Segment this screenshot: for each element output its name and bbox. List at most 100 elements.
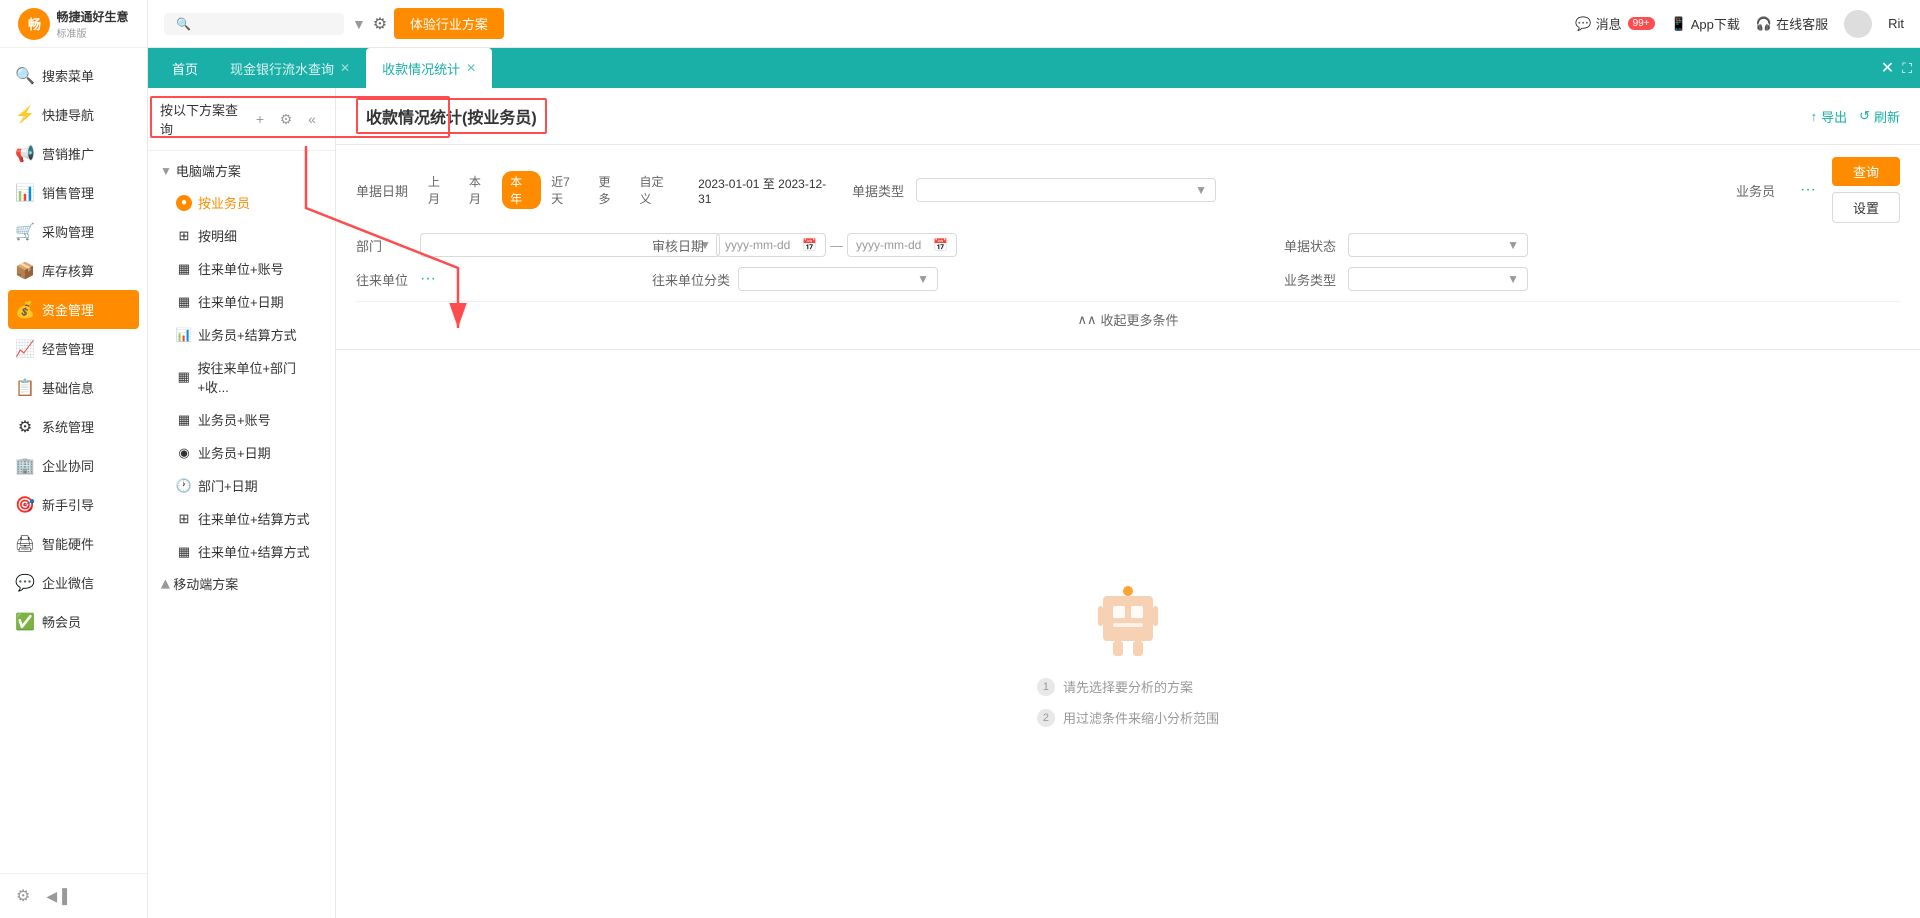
sidebar-item-quick-nav[interactable]: ⚡ 快捷导航 xyxy=(0,95,147,134)
app-download-btn[interactable]: 📱 App下载 xyxy=(1671,14,1740,33)
refresh-btn[interactable]: ↺ 刷新 xyxy=(1859,107,1900,126)
sidebar-item-marketing[interactable]: 📢 营销推广 xyxy=(0,134,147,173)
trial-btn[interactable]: 体验行业方案 xyxy=(394,8,504,39)
query-btn[interactable]: 查询 xyxy=(1832,157,1900,186)
scheme-item-by-salesperson-account[interactable]: ▦ 业务员+账号 xyxy=(148,403,335,436)
date-tab-custom[interactable]: 自定义 xyxy=(632,171,683,209)
sidebar-item-marketing-label: 营销推广 xyxy=(42,144,94,163)
scheme-item-by-unit-account-label: 往来单位+账号 xyxy=(198,259,284,278)
doc-status-select[interactable]: ▼ xyxy=(1348,233,1528,257)
collapse-chevron-icon: ∧∧ xyxy=(1077,312,1096,328)
single-date-label: 单据日期 xyxy=(356,181,412,200)
scheme-item-by-salesperson-date[interactable]: ◉ 业务员+日期 xyxy=(148,436,335,469)
unit-category-label: 往来单位分类 xyxy=(652,270,730,289)
sidebar-item-purchase-label: 采购管理 xyxy=(42,222,94,241)
empty-step-1: 1 请先选择要分析的方案 xyxy=(1037,677,1219,696)
logo-area: 畅 畅捷通好生意 标准版 xyxy=(0,0,147,48)
page-title: 收款情况统计(按业务员) xyxy=(356,98,547,134)
sidebar-item-member[interactable]: ✅ 畅会员 xyxy=(0,602,147,641)
breadcrumb-arrow[interactable]: ▼ xyxy=(352,16,366,32)
scheme-add-btn[interactable]: + xyxy=(249,108,271,130)
online-service-btn[interactable]: 🎧 在线客服 xyxy=(1756,14,1828,33)
step-num-2: 2 xyxy=(1037,709,1055,727)
review-date-from-input[interactable]: yyyy-mm-dd 📅 xyxy=(716,233,826,257)
sidebar-expand-icon[interactable]: ◀▐ xyxy=(46,888,67,905)
member-icon: ✅ xyxy=(16,613,34,631)
tab-fullscreen-icon[interactable]: ⛶ xyxy=(1902,60,1912,77)
scheme-item-by-dept-date[interactable]: 🕐 部门+日期 xyxy=(148,469,335,502)
tab-bank-flow-close[interactable]: ✕ xyxy=(340,61,350,75)
date-tab-more[interactable]: 更多 xyxy=(591,171,630,209)
sidebar-settings-icon[interactable]: ⚙ xyxy=(16,886,30,906)
wechat-icon: 💬 xyxy=(16,574,34,592)
purchase-icon: 🛒 xyxy=(16,223,34,241)
unit-category-select[interactable]: ▼ xyxy=(738,267,938,291)
sidebar-item-system-label: 系统管理 xyxy=(42,417,94,436)
sidebar-menu: 🔍 搜索菜单 ⚡ 快捷导航 📢 营销推广 📊 销售管理 🛒 采购管理 📦 库存核… xyxy=(0,48,147,873)
scheme-item-by-unit-dept-collect[interactable]: ▦ 按往来单位+部门+收... xyxy=(148,351,335,403)
sidebar-item-wechat[interactable]: 💬 企业微信 xyxy=(0,563,147,602)
date-tab-last-month[interactable]: 上月 xyxy=(420,171,459,209)
app-edition: 标准版 xyxy=(56,25,128,40)
filter-settings-btn[interactable]: 设置 xyxy=(1832,192,1900,223)
tab-close-all-icon[interactable]: ✕ xyxy=(1881,58,1894,78)
salesperson-more-btn[interactable]: ··· xyxy=(1800,181,1816,199)
scheme-item-by-salesperson-payment[interactable]: 📊 业务员+结算方式 xyxy=(148,318,335,351)
settings-gear-btn[interactable]: ⚙ xyxy=(366,10,394,38)
search-bar[interactable]: 🔍 xyxy=(164,13,344,35)
scheme-item-by-unit-payment3[interactable]: ▦ 往来单位+结算方式 xyxy=(148,535,335,568)
biz-type-select[interactable]: ▼ xyxy=(1348,267,1528,291)
messages-btn[interactable]: 💬 消息 99+ xyxy=(1575,14,1654,33)
user-avatar[interactable] xyxy=(1844,10,1872,38)
scheme-item-by-unit-account[interactable]: ▦ 往来单位+账号 xyxy=(148,252,335,285)
main-content: 按以下方案查询 + ⚙ « ▼ 电脑端方案 ● 按业务员 ⊞ xyxy=(148,88,1920,918)
scheme-panel: 按以下方案查询 + ⚙ « ▼ 电脑端方案 ● 按业务员 ⊞ xyxy=(148,88,336,918)
related-unit-more-btn[interactable]: ··· xyxy=(420,270,436,288)
scheme-item-by-detail[interactable]: ⊞ 按明细 xyxy=(148,219,335,252)
date-tab-this-month[interactable]: 本月 xyxy=(461,171,500,209)
sidebar-item-basic-info[interactable]: 📋 基础信息 xyxy=(0,368,147,407)
scheme-header: 按以下方案查询 + ⚙ « xyxy=(148,88,335,151)
app-download-icon: 📱 xyxy=(1671,16,1687,32)
sidebar-item-quick-nav-label: 快捷导航 xyxy=(42,105,94,124)
sidebar-item-enterprise[interactable]: 🏢 企业协同 xyxy=(0,446,147,485)
sidebar-item-operations[interactable]: 📈 经营管理 xyxy=(0,329,147,368)
date-tab-this-year[interactable]: 本年 xyxy=(502,171,541,209)
sidebar-item-inventory[interactable]: 📦 库存核算 xyxy=(0,251,147,290)
scheme-item-by-unit-payment2[interactable]: ⊞ 往来单位+结算方式 xyxy=(148,502,335,535)
scheme-collapse-btn[interactable]: « xyxy=(301,108,323,130)
sidebar-item-capital[interactable]: 💰 资金管理 xyxy=(8,290,139,329)
sidebar-item-inventory-label: 库存核算 xyxy=(42,261,94,280)
review-date-to-input[interactable]: yyyy-mm-dd 📅 xyxy=(847,233,957,257)
sidebar-item-system[interactable]: ⚙ 系统管理 xyxy=(0,407,147,446)
tab-collection-stats[interactable]: 收款情况统计 ✕ xyxy=(366,48,492,88)
sidebar-item-sales[interactable]: 📊 销售管理 xyxy=(0,173,147,212)
sidebar-item-enterprise-label: 企业协同 xyxy=(42,456,94,475)
tab-collection-stats-close[interactable]: ✕ xyxy=(466,61,476,75)
bar-icon: 📊 xyxy=(176,327,192,343)
refresh-icon: ↺ xyxy=(1859,108,1870,124)
doc-type-label: 单据类型 xyxy=(852,181,908,200)
scheme-item-by-salesperson[interactable]: ● 按业务员 xyxy=(148,186,335,219)
doc-type-select[interactable]: ▼ xyxy=(916,178,1216,202)
clock-icon: 🕐 xyxy=(176,478,192,494)
sidebar-item-smart-hw[interactable]: 🖨 智能硬件 xyxy=(0,524,147,563)
scheme-item-by-salesperson-label: 按业务员 xyxy=(198,193,250,212)
scheme-settings-btn[interactable]: ⚙ xyxy=(275,108,297,130)
messages-icon: 💬 xyxy=(1575,16,1591,32)
export-btn[interactable]: ↑ 导出 xyxy=(1811,107,1848,126)
date-tab-7days[interactable]: 近7天 xyxy=(543,171,588,209)
scheme-item-by-unit-date[interactable]: ▦ 往来单位+日期 xyxy=(148,285,335,318)
export-icon: ↑ xyxy=(1811,109,1818,124)
collapse-more-btn[interactable]: ∧∧ 收起更多条件 xyxy=(356,301,1900,337)
scheme-group-desktop-title[interactable]: ▼ 电脑端方案 xyxy=(148,155,335,186)
tab-home[interactable]: 首页 xyxy=(156,48,214,88)
sidebar-item-purchase[interactable]: 🛒 采购管理 xyxy=(0,212,147,251)
tab-bank-flow[interactable]: 现金银行流水查询 ✕ xyxy=(214,48,366,88)
scheme-item-by-unit-date-label: 往来单位+日期 xyxy=(198,292,284,311)
filter-biz-type: 业务类型 ▼ xyxy=(1284,267,1900,291)
sidebar-item-search-menu[interactable]: 🔍 搜索菜单 xyxy=(0,56,147,95)
sidebar-item-guide[interactable]: 🎯 新手引导 xyxy=(0,485,147,524)
tab-collection-stats-label: 收款情况统计 xyxy=(382,59,460,78)
scheme-group-mobile-title[interactable]: ▶ 移动端方案 xyxy=(148,568,335,599)
